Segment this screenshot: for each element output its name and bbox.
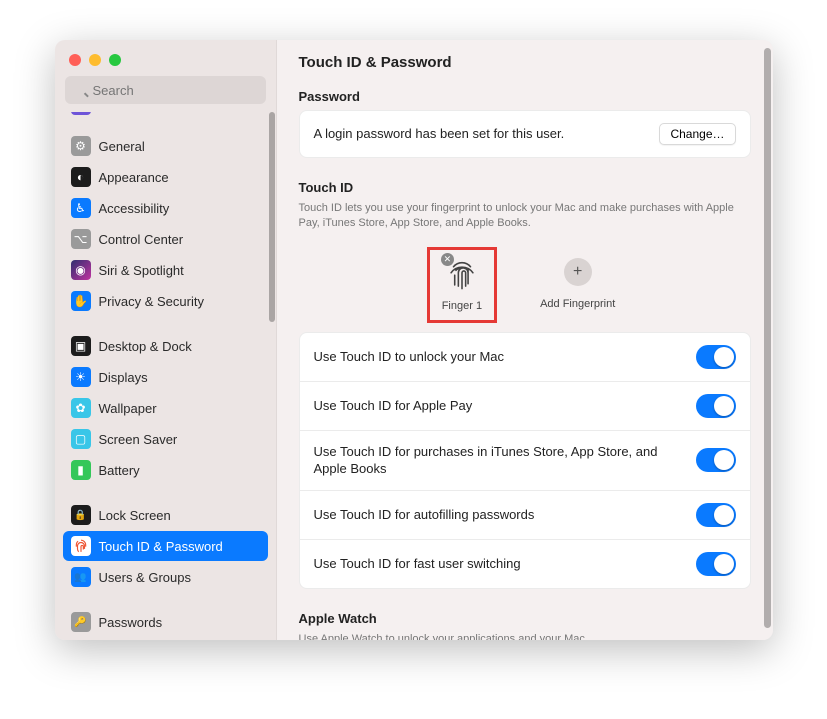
section-heading-watch: Apple Watch [299, 611, 751, 626]
sidebar-item-wallpaper[interactable]: ✿ Wallpaper [63, 393, 268, 423]
search-input[interactable] [65, 76, 266, 104]
toggle-label: Use Touch ID for purchases in iTunes Sto… [314, 443, 696, 478]
maximize-icon[interactable] [109, 54, 121, 66]
sidebar-item-label: Battery [99, 463, 140, 478]
plus-icon: + [564, 258, 592, 286]
main-panel: Touch ID & Password Password A login pas… [277, 40, 773, 640]
sidebar-item-desktop-dock[interactable]: ▣ Desktop & Dock [63, 331, 268, 361]
add-fingerprint-tile[interactable]: + Add Fingerprint [540, 254, 615, 316]
sidebar-item-label: Siri & Spotlight [99, 263, 184, 278]
toggle-apple-pay[interactable] [696, 394, 736, 418]
lock-icon: 🔒 [71, 505, 91, 525]
sidebar-item-label: Screen Time [99, 112, 172, 113]
sidebar-item-screen-saver[interactable]: ▢ Screen Saver [63, 424, 268, 454]
sidebar-item-siri[interactable]: ◉ Siri & Spotlight [63, 255, 268, 285]
toggle-unlock-mac[interactable] [696, 345, 736, 369]
sidebar-item-label: General [99, 139, 145, 154]
fingerprint-area: ✕ Finger 1 + Add Fingerprint [299, 244, 751, 332]
control-center-icon: ⌥ [71, 229, 91, 249]
wallpaper-icon: ✿ [71, 398, 91, 418]
sidebar-item-label: Control Center [99, 232, 184, 247]
sidebar-item-passwords[interactable]: 🔑 Passwords [63, 607, 268, 637]
users-icon: 👥 [71, 567, 91, 587]
sidebar-item-control-center[interactable]: ⌥ Control Center [63, 224, 268, 254]
gear-icon: ⚙ [71, 136, 91, 156]
display-icon: ☀ [71, 367, 91, 387]
scrollbar-thumb[interactable] [764, 48, 771, 628]
toggle-label: Use Touch ID to unlock your Mac [314, 348, 696, 366]
sidebar-item-label: Wallpaper [99, 401, 157, 416]
toggle-row-unlock-mac: Use Touch ID to unlock your Mac [300, 333, 750, 381]
toggle-autofill[interactable] [696, 503, 736, 527]
siri-icon: ◉ [71, 260, 91, 280]
sidebar-item-displays[interactable]: ☀ Displays [63, 362, 268, 392]
fingerprint-label: Finger 1 [442, 300, 482, 312]
page-title: Touch ID & Password [299, 54, 751, 71]
scrollbar-thumb[interactable] [269, 112, 275, 322]
sidebar: ⧗ Screen Time ⚙ General ◐ Appearance ♿︎ … [55, 40, 277, 640]
toggle-label: Use Touch ID for Apple Pay [314, 397, 696, 415]
sidebar-item-label: Touch ID & Password [99, 539, 223, 554]
screensaver-icon: ▢ [71, 429, 91, 449]
toggle-row-autofill: Use Touch ID for autofilling passwords [300, 490, 750, 539]
hand-icon: ✋ [71, 291, 91, 311]
battery-icon: ▮ [71, 460, 91, 480]
fingerprint-icon [71, 536, 91, 556]
close-icon[interactable] [69, 54, 81, 66]
sidebar-item-touch-id[interactable]: Touch ID & Password [63, 531, 268, 561]
toggle-row-apple-pay: Use Touch ID for Apple Pay [300, 381, 750, 430]
section-heading-password: Password [299, 89, 751, 104]
sidebar-item-label: Lock Screen [99, 508, 171, 523]
sidebar-item-label: Accessibility [99, 201, 170, 216]
sidebar-item-label: Appearance [99, 170, 169, 185]
section-heading-touchid: Touch ID [299, 180, 751, 195]
sidebar-item-accessibility[interactable]: ♿︎ Accessibility [63, 193, 268, 223]
sidebar-item-label: Users & Groups [99, 570, 191, 585]
search-icon [65, 76, 266, 104]
toggle-label: Use Touch ID for autofilling passwords [314, 506, 696, 524]
appearance-icon: ◐ [71, 167, 91, 187]
toggle-purchases[interactable] [696, 448, 736, 472]
watch-description: Use Apple Watch to unlock your applicati… [299, 632, 751, 640]
change-password-button[interactable]: Change… [659, 123, 735, 145]
hourglass-icon: ⧗ [71, 112, 91, 115]
fingerprint-tile-1[interactable]: ✕ Finger 1 [434, 254, 490, 316]
sidebar-item-privacy-security[interactable]: ✋ Privacy & Security [63, 286, 268, 316]
sidebar-item-appearance[interactable]: ◐ Appearance [63, 162, 268, 192]
sidebar-item-screen-time[interactable]: ⧗ Screen Time [63, 112, 268, 116]
toggle-user-switching[interactable] [696, 552, 736, 576]
sidebar-item-general[interactable]: ⚙ General [63, 131, 268, 161]
sidebar-item-label: Passwords [99, 615, 163, 630]
password-card: A login password has been set for this u… [299, 110, 751, 158]
password-status-text: A login password has been set for this u… [314, 125, 660, 143]
toggle-label: Use Touch ID for fast user switching [314, 555, 696, 573]
sidebar-item-label: Displays [99, 370, 148, 385]
accessibility-icon: ♿︎ [71, 198, 91, 218]
window-controls [55, 40, 276, 76]
sidebar-item-users-groups[interactable]: 👥 Users & Groups [63, 562, 268, 592]
sidebar-nav[interactable]: ⧗ Screen Time ⚙ General ◐ Appearance ♿︎ … [55, 112, 276, 640]
delete-fingerprint-icon[interactable]: ✕ [441, 253, 454, 266]
toggle-row-user-switching: Use Touch ID for fast user switching [300, 539, 750, 588]
sidebar-item-label: Screen Saver [99, 432, 178, 447]
sidebar-item-label: Privacy & Security [99, 294, 204, 309]
sidebar-item-battery[interactable]: ▮ Battery [63, 455, 268, 485]
touchid-toggles-card: Use Touch ID to unlock your Mac Use Touc… [299, 332, 751, 589]
minimize-icon[interactable] [89, 54, 101, 66]
toggle-row-purchases: Use Touch ID for purchases in iTunes Sto… [300, 430, 750, 490]
settings-window: ⧗ Screen Time ⚙ General ◐ Appearance ♿︎ … [55, 40, 773, 640]
sidebar-item-label: Desktop & Dock [99, 339, 192, 354]
add-fingerprint-label: Add Fingerprint [540, 298, 615, 310]
touchid-description: Touch ID lets you use your fingerprint t… [299, 201, 751, 232]
dock-icon: ▣ [71, 336, 91, 356]
sidebar-item-lock-screen[interactable]: 🔒 Lock Screen [63, 500, 268, 530]
key-icon: 🔑 [71, 612, 91, 632]
